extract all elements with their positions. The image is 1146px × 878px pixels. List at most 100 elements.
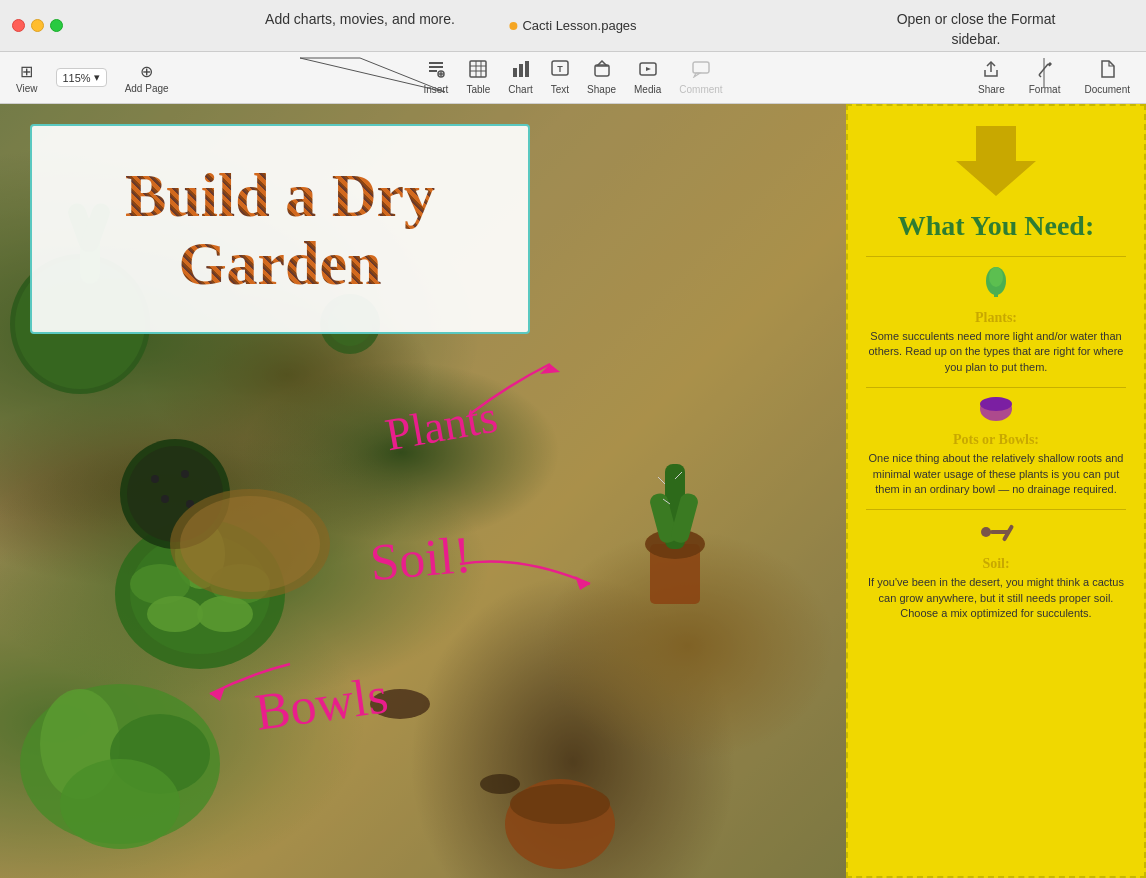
window-title-text: Cacti Lesson.pages (522, 18, 636, 33)
text-icon: T (551, 60, 569, 82)
plants-title: Plants: (866, 310, 1126, 326)
titlebar: Cacti Lesson.pages (0, 0, 1146, 52)
toolbar-center: Insert Table Chart T Text Shape (210, 56, 936, 99)
shape-label: Shape (587, 84, 616, 95)
svg-point-48 (161, 495, 169, 503)
svg-rect-4 (429, 62, 443, 64)
svg-point-39 (147, 596, 203, 632)
window-controls (12, 19, 63, 32)
soil-icon (866, 518, 1126, 553)
media-label: Media (634, 84, 661, 95)
svg-marker-23 (646, 67, 651, 71)
shape-button[interactable]: Shape (581, 56, 622, 99)
insert-label: Insert (423, 84, 448, 95)
add-page-button[interactable]: ⊕ Add Page (119, 58, 175, 98)
comment-button[interactable]: Comment (673, 56, 728, 99)
sidebar-section-soil: Soil: If you've been in the desert, you … (866, 518, 1126, 621)
sidebar-header: What You Need: (866, 210, 1126, 242)
unsaved-indicator (509, 22, 517, 30)
svg-line-29 (1039, 75, 1041, 77)
toolbar-right: Share Format Document (936, 56, 1136, 99)
document-icon (1098, 60, 1116, 82)
chart-icon (512, 60, 530, 82)
svg-point-63 (60, 759, 180, 849)
svg-point-78 (980, 397, 1012, 411)
sidebar-arrow (866, 126, 1126, 200)
svg-point-46 (151, 475, 159, 483)
share-label: Share (978, 84, 1005, 95)
pots-body: One nice thing about the relatively shal… (866, 451, 1126, 497)
title-text-box[interactable]: Build a DryGarden (30, 124, 530, 334)
table-label: Table (466, 84, 490, 95)
table-button[interactable]: Table (460, 56, 496, 99)
add-page-label: Add Page (125, 83, 169, 94)
format-icon (1036, 60, 1054, 82)
svg-marker-21 (597, 61, 607, 66)
text-label: Text (551, 84, 569, 95)
zoom-value: 115% (63, 72, 91, 84)
svg-line-27 (1039, 64, 1048, 75)
media-icon (639, 60, 657, 82)
svg-rect-15 (513, 68, 517, 77)
media-button[interactable]: Media (628, 56, 667, 99)
svg-point-40 (197, 596, 253, 632)
document-label: Document (1084, 84, 1130, 95)
svg-point-76 (989, 267, 1003, 287)
svg-point-47 (181, 470, 189, 478)
divider-2 (866, 387, 1126, 388)
handwriting-soil: Soil! (368, 525, 474, 593)
svg-rect-16 (519, 64, 523, 77)
svg-text:T: T (557, 64, 563, 74)
chart-label: Chart (508, 84, 532, 95)
add-page-icon: ⊕ (140, 62, 153, 81)
svg-point-59 (180, 496, 320, 592)
maximize-button[interactable] (50, 19, 63, 32)
close-button[interactable] (12, 19, 25, 32)
svg-point-65 (480, 774, 520, 794)
document-canvas[interactable]: Build a DryGarden Plants Soil! Bowls (0, 104, 1146, 878)
sidebar-panel: What You Need: Plants: Some succulents n… (846, 104, 1146, 878)
insert-icon (427, 60, 445, 82)
sidebar-section-plants: Plants: Some succulents need more light … (866, 265, 1126, 375)
format-button[interactable]: Format (1023, 56, 1067, 99)
comment-label: Comment (679, 84, 722, 95)
svg-marker-73 (956, 126, 1036, 196)
shape-icon (593, 60, 611, 82)
divider-1 (866, 256, 1126, 257)
pots-title: Pots or Bowls: (866, 432, 1126, 448)
minimize-button[interactable] (31, 19, 44, 32)
svg-rect-6 (429, 70, 437, 72)
soil-body: If you've been in the desert, you might … (866, 575, 1126, 621)
down-arrow-icon (956, 126, 1036, 196)
view-button[interactable]: ⊞ View (10, 58, 44, 98)
window-title: Cacti Lesson.pages (509, 18, 636, 33)
soil-title: Soil: (866, 556, 1126, 572)
toolbar-left: ⊞ View 115% ▾ ⊕ Add Page (10, 58, 210, 98)
svg-rect-10 (470, 61, 486, 77)
svg-point-79 (981, 527, 991, 537)
share-icon (982, 60, 1000, 82)
divider-3 (866, 509, 1126, 510)
insert-button[interactable]: Insert (417, 56, 454, 99)
toolbar: ⊞ View 115% ▾ ⊕ Add Page Insert Table (0, 52, 1146, 104)
view-icon: ⊞ (20, 62, 33, 81)
plants-icon (866, 265, 1126, 307)
document-title: Build a DryGarden (125, 161, 435, 297)
sidebar-section-pots: Pots or Bowls: One nice thing about the … (866, 396, 1126, 497)
document-button[interactable]: Document (1078, 56, 1136, 99)
share-button[interactable]: Share (972, 56, 1011, 99)
chart-button[interactable]: Chart (502, 56, 538, 99)
svg-point-67 (510, 784, 610, 824)
view-label: View (16, 83, 38, 94)
svg-rect-5 (429, 66, 443, 68)
svg-rect-24 (693, 62, 709, 73)
text-button[interactable]: T Text (545, 56, 575, 99)
zoom-selector[interactable]: 115% ▾ (56, 68, 107, 87)
table-icon (469, 60, 487, 82)
comment-icon (692, 60, 710, 82)
plants-body: Some succulents need more light and/or w… (866, 329, 1126, 375)
pots-icon (866, 396, 1126, 429)
chevron-down-icon: ▾ (94, 71, 100, 84)
svg-rect-17 (525, 61, 529, 77)
format-label: Format (1029, 84, 1061, 95)
